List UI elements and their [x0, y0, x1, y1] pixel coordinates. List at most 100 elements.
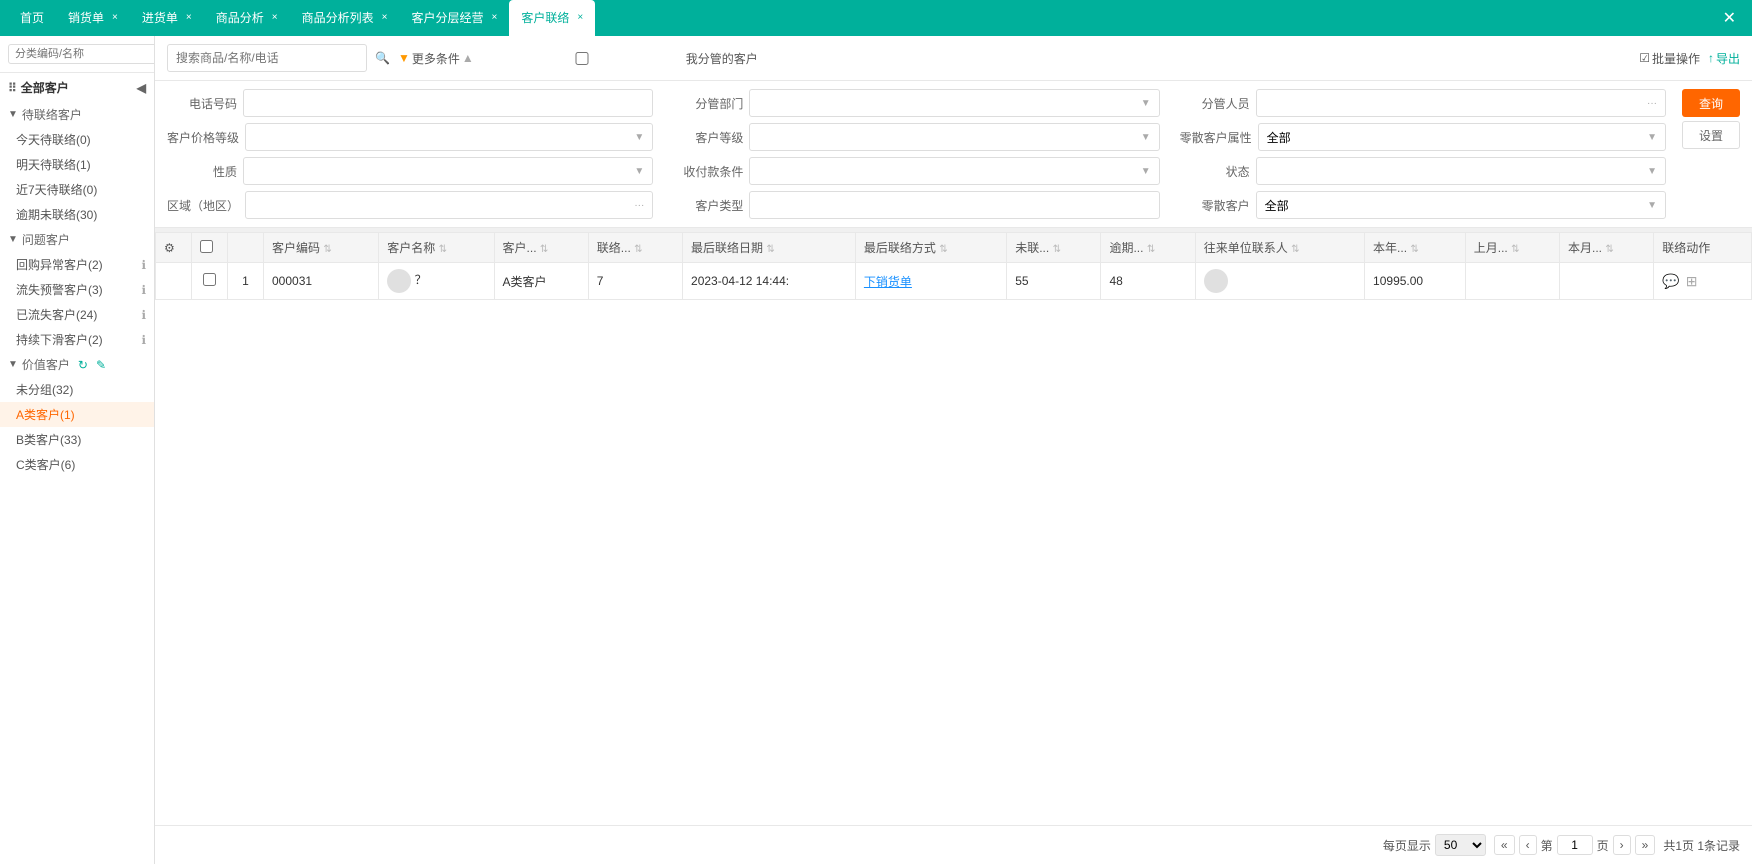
prev-page-button[interactable]: ‹: [1519, 835, 1537, 855]
sidebar-item-7days-contact[interactable]: 近7天待联络(0): [0, 177, 154, 202]
sidebar-item-abnormal-repurchase[interactable]: 回购异常客户(2) ℹ: [0, 252, 154, 277]
col-last-month[interactable]: 上月... ⇅: [1465, 233, 1559, 263]
search-bar: 🔍 ▼ 更多条件 ▲ 我分管的客户 ☑ 批量操作 ↑ 导出: [155, 36, 1752, 81]
filter-area: 电话号码 分管部门 ▼ 分管人员: [155, 81, 1752, 228]
phone-input[interactable]: [243, 89, 653, 117]
cell-settings: [156, 263, 192, 300]
customer-type-input[interactable]: [749, 191, 1159, 219]
sidebar-item-a-class[interactable]: A类客户(1): [0, 402, 154, 427]
sidebar-search-input[interactable]: [8, 44, 155, 64]
sort-icon2[interactable]: ⇅: [439, 244, 447, 255]
col-customer-code[interactable]: 客户编码 ⇅: [264, 233, 379, 263]
nav-home[interactable]: 首页: [8, 0, 56, 36]
search-submit-icon[interactable]: 🔍: [375, 51, 390, 65]
retail-attr-dropdown[interactable]: 全部 ▼: [1258, 123, 1666, 151]
sort-icon11[interactable]: ⇅: [1511, 244, 1519, 255]
nav-product-analysis-list[interactable]: 商品分析列表 ×: [290, 0, 400, 36]
pending-contact-group[interactable]: ▼ 待联络客户: [0, 102, 154, 127]
export-button[interactable]: ↑ 导出: [1708, 50, 1740, 67]
sidebar-item-churned[interactable]: 已流失客户(24) ℹ: [0, 302, 154, 327]
info-icon3: ℹ: [141, 308, 146, 322]
nature-dropdown[interactable]: ▼: [243, 157, 653, 185]
sidebar-item-unclassified[interactable]: 未分组(32): [0, 377, 154, 402]
value-customer-group[interactable]: ▼ 价值客户 ↻ ✎: [0, 352, 154, 377]
table-area: ⚙ 客户编码 ⇅ 客户名称 ⇅: [155, 232, 1752, 825]
per-page-select[interactable]: 50 100 200: [1435, 834, 1486, 856]
nav-customer-segment[interactable]: 客户分层经营 ×: [399, 0, 509, 36]
sort-icon4[interactable]: ⇅: [634, 244, 642, 255]
qr-icon[interactable]: ⊞: [1686, 273, 1698, 290]
sidebar-item-c-class[interactable]: C类客户(6): [0, 452, 154, 477]
problem-customer-group[interactable]: ▼ 问题客户: [0, 227, 154, 252]
customer-level-dropdown[interactable]: ▼: [749, 123, 1159, 151]
collapse-icon[interactable]: ◀: [137, 81, 146, 95]
close-product-analysis-icon[interactable]: ×: [272, 0, 278, 36]
cell-customer-type: A类客户: [494, 263, 588, 300]
search-input[interactable]: [167, 44, 367, 72]
sidebar-item-overdue-contact[interactable]: 逾期未联络(30): [0, 202, 154, 227]
payment-dropdown[interactable]: ▼: [749, 157, 1159, 185]
sidebar-item-tomorrow-contact[interactable]: 明天待联络(1): [0, 152, 154, 177]
nav-purchase-order[interactable]: 进货单 ×: [130, 0, 204, 36]
refresh-icon[interactable]: ↻: [78, 358, 88, 372]
col-customer-name[interactable]: 客户名称 ⇅: [379, 233, 494, 263]
col-overdue-days[interactable]: 逾期... ⇅: [1101, 233, 1195, 263]
sort-icon7[interactable]: ⇅: [1053, 244, 1061, 255]
all-customers-header[interactable]: ⠿ 全部客户 ◀: [0, 73, 154, 102]
retail-customer-dropdown[interactable]: 全部 ▼: [1256, 191, 1666, 219]
price-level-dropdown[interactable]: ▼: [245, 123, 653, 151]
sort-icon10[interactable]: ⇅: [1410, 244, 1418, 255]
dept-dropdown[interactable]: ▼: [749, 89, 1159, 117]
next-page-button[interactable]: ›: [1613, 835, 1631, 855]
col-contacts[interactable]: 往来单位联系人 ⇅: [1195, 233, 1364, 263]
chat-icon[interactable]: 💬: [1662, 273, 1679, 290]
query-button[interactable]: 查询: [1682, 89, 1740, 117]
more-filter-button[interactable]: ▼ 更多条件 ▲: [398, 50, 474, 67]
page-input[interactable]: [1557, 835, 1593, 855]
sidebar-item-declining[interactable]: 持续下滑客户(2) ℹ: [0, 327, 154, 352]
select-all-checkbox[interactable]: [200, 240, 213, 253]
first-page-button[interactable]: «: [1494, 835, 1515, 855]
sort-icon3[interactable]: ⇅: [540, 244, 548, 255]
close-sales-order-icon[interactable]: ×: [112, 0, 118, 36]
my-customer-checkbox[interactable]: [482, 52, 682, 65]
sort-icon9[interactable]: ⇅: [1291, 244, 1299, 255]
settings-button[interactable]: 设置: [1682, 121, 1740, 149]
window-close-icon[interactable]: ✕: [1715, 10, 1744, 27]
col-customer-type[interactable]: 客户... ⇅: [494, 233, 588, 263]
sort-icon[interactable]: ⇅: [323, 244, 331, 255]
region-dropdown[interactable]: ···: [245, 191, 653, 219]
close-customer-contact-icon[interactable]: ×: [577, 0, 583, 36]
sort-icon6[interactable]: ⇅: [939, 244, 947, 255]
close-customer-segment-icon[interactable]: ×: [491, 0, 497, 36]
sidebar-item-today-contact[interactable]: 今天待联络(0): [0, 127, 154, 152]
cell-checkbox: [192, 263, 228, 300]
data-table: ⚙ 客户编码 ⇅ 客户名称 ⇅: [155, 232, 1752, 300]
sidebar-item-b-class[interactable]: B类客户(33): [0, 427, 154, 452]
sort-icon12[interactable]: ⇅: [1605, 244, 1613, 255]
content-area: 🔍 ▼ 更多条件 ▲ 我分管的客户 ☑ 批量操作 ↑ 导出: [155, 36, 1752, 864]
cell-last-contact-method[interactable]: 下销货单: [855, 263, 1006, 300]
col-contact-count[interactable]: 联络... ⇅: [588, 233, 682, 263]
batch-operation-button[interactable]: ☑ 批量操作: [1639, 50, 1700, 67]
col-last-contact-date[interactable]: 最后联络日期 ⇅: [683, 233, 856, 263]
row-checkbox[interactable]: [203, 273, 216, 286]
col-current-year[interactable]: 本年... ⇅: [1365, 233, 1466, 263]
cell-customer-code[interactable]: 000031: [264, 263, 379, 300]
sort-icon5[interactable]: ⇅: [766, 244, 774, 255]
close-purchase-order-icon[interactable]: ×: [186, 0, 192, 36]
status-dropdown[interactable]: ▼: [1256, 157, 1666, 185]
nav-sales-order[interactable]: 销货单 ×: [56, 0, 130, 36]
sort-icon8[interactable]: ⇅: [1147, 244, 1155, 255]
edit-icon[interactable]: ✎: [96, 358, 106, 372]
sidebar-item-churn-warning[interactable]: 流失预警客户(3) ℹ: [0, 277, 154, 302]
nav-product-analysis[interactable]: 商品分析 ×: [204, 0, 290, 36]
col-no-contact-days[interactable]: 未联... ⇅: [1007, 233, 1101, 263]
col-settings[interactable]: ⚙: [156, 233, 192, 263]
manager-dropdown[interactable]: ···: [1256, 89, 1666, 117]
nav-customer-contact[interactable]: 客户联络 ×: [509, 0, 595, 36]
close-product-analysis-list-icon[interactable]: ×: [382, 0, 388, 36]
last-page-button[interactable]: »: [1635, 835, 1656, 855]
col-last-contact-method[interactable]: 最后联络方式 ⇅: [855, 233, 1006, 263]
col-current-month[interactable]: 本月... ⇅: [1560, 233, 1654, 263]
